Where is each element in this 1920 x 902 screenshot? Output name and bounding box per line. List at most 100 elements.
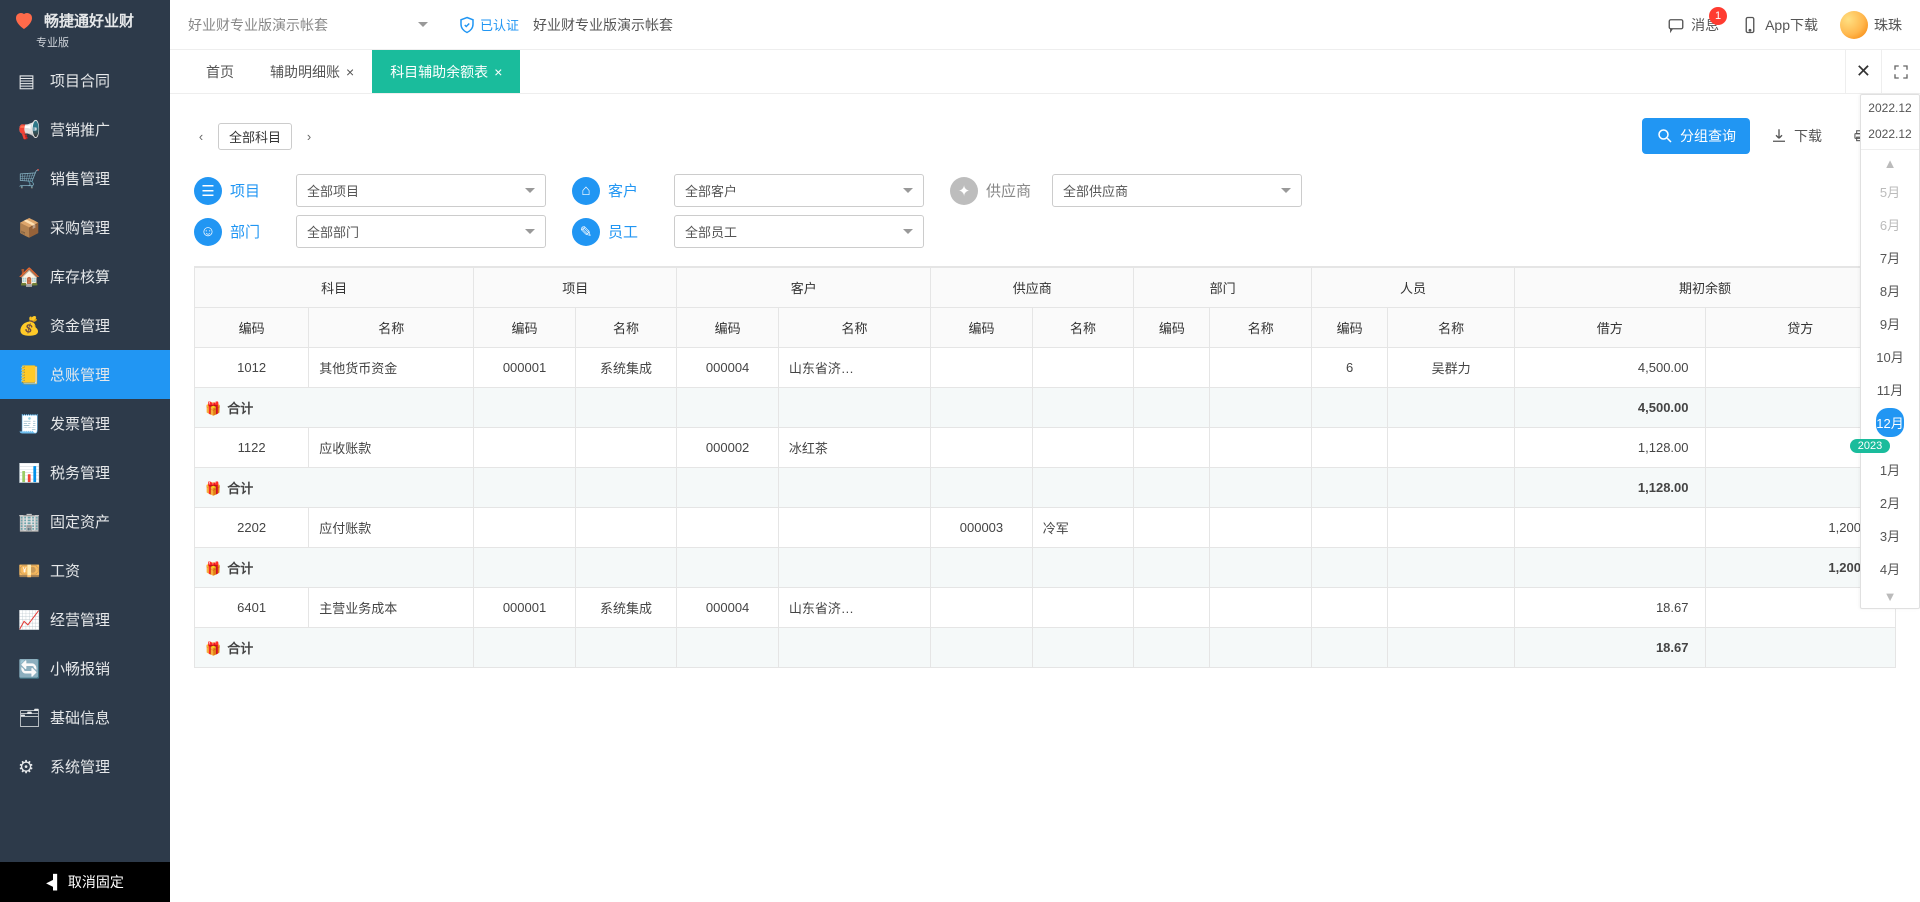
nav-item-14[interactable]: ⚙系统管理 (0, 742, 170, 791)
nav-label: 库存核算 (50, 266, 110, 287)
nav-item-7[interactable]: 🧾发票管理 (0, 399, 170, 448)
nav-icon: 📦 (18, 218, 38, 238)
nav-item-4[interactable]: 🏠库存核算 (0, 252, 170, 301)
search-icon (1656, 127, 1674, 145)
filter-dept-select[interactable]: 全部部门 (296, 215, 546, 248)
tab-1[interactable]: 辅助明细账 × (252, 50, 372, 93)
nav-label: 系统管理 (50, 756, 110, 777)
breadcrumb-prev[interactable]: ‹ (194, 129, 208, 144)
filter-supplier-select[interactable]: 全部供应商 (1052, 174, 1302, 207)
tab-label: 辅助明细账 (270, 62, 340, 82)
tab-0[interactable]: 首页 (188, 50, 252, 93)
brand-logo: 畅捷通好业财 (0, 0, 170, 34)
user-menu[interactable]: 珠珠 (1840, 11, 1902, 39)
table-total-row: 🎁合计18.67 (195, 628, 1896, 668)
nav-item-11[interactable]: 📈经营管理 (0, 595, 170, 644)
cell: 000002 (677, 428, 779, 468)
sidebar-unpin-button[interactable]: ◂▍ 取消固定 (0, 862, 170, 902)
col-header: 编码 (677, 308, 779, 348)
nav-label: 固定资产 (50, 511, 110, 532)
nav-item-0[interactable]: ▤项目合同 (0, 56, 170, 105)
cell (1134, 348, 1210, 388)
brand-name: 畅捷通好业财 (44, 10, 134, 31)
nav-icon: 📊 (18, 463, 38, 483)
nav-item-8[interactable]: 📊税务管理 (0, 448, 170, 497)
filter-customer-label: ⌂ 客户 (572, 177, 662, 205)
nav-label: 营销推广 (50, 119, 110, 140)
date-month[interactable]: 8月 (1861, 274, 1919, 307)
date-scroll-down[interactable]: ▼ (1880, 585, 1901, 608)
cell (474, 508, 576, 548)
cell (1388, 428, 1515, 468)
chevron-down-icon (903, 229, 913, 234)
filter-dept-label: ☺ 部门 (194, 218, 284, 246)
nav-item-3[interactable]: 📦采购管理 (0, 203, 170, 252)
breadcrumb-next[interactable]: › (302, 129, 316, 144)
nav-label: 项目合同 (50, 70, 110, 91)
nav-item-10[interactable]: 💴工资 (0, 546, 170, 595)
date-month[interactable]: 12月 (1876, 408, 1903, 437)
sidebar-footer-label: 取消固定 (68, 872, 124, 892)
message-icon (1667, 16, 1685, 34)
col-header: 名称 (309, 308, 474, 348)
nav-item-6[interactable]: 📒总账管理 (0, 350, 170, 399)
breadcrumb-item[interactable]: 全部科目 (218, 123, 292, 150)
table-row: 1012其他货币资金000001系统集成000004山东省济…6吴群力4,500… (195, 348, 1896, 388)
date-month[interactable]: 5月 (1861, 175, 1919, 208)
date-month[interactable]: 3月 (1861, 519, 1919, 552)
nav-item-9[interactable]: 🏢 固定资产 (0, 497, 170, 546)
messages-button[interactable]: 消息 1 (1667, 15, 1719, 35)
cell (1312, 588, 1388, 628)
account-select[interactable]: 好业财专业版演示帐套 (188, 15, 428, 35)
verified-badge: 已认证 (458, 15, 519, 34)
tab-close[interactable]: × (346, 64, 354, 80)
filter-staff-select[interactable]: 全部员工 (674, 215, 924, 248)
tab-2[interactable]: 科目辅助余额表× (372, 50, 520, 93)
col-header: 编码 (1312, 308, 1388, 348)
shield-icon (458, 16, 476, 34)
group-query-button[interactable]: 分组查询 (1642, 118, 1750, 154)
date-month[interactable]: 1月 (1861, 453, 1919, 486)
date-month[interactable]: 11月 (1861, 373, 1919, 406)
col-group-header: 供应商 (931, 268, 1134, 308)
fullscreen-button[interactable] (1881, 50, 1920, 93)
download-button[interactable]: 下载 (1760, 118, 1832, 154)
nav-item-2[interactable]: 🛒销售管理 (0, 154, 170, 203)
nav-item-13[interactable]: 🗂基础信息 (0, 693, 170, 742)
date-month[interactable]: 4月 (1861, 552, 1919, 585)
sidebar: 畅捷通好业财 专业版 ▤项目合同📢营销推广🛒销售管理📦采购管理🏠库存核算💰资金管… (0, 0, 170, 902)
nav-label: 经营管理 (50, 609, 110, 630)
app-download-button[interactable]: App下载 (1741, 15, 1818, 35)
date-month[interactable]: 9月 (1861, 307, 1919, 340)
filter-project-select[interactable]: 全部项目 (296, 174, 546, 207)
nav-label: 资金管理 (50, 315, 110, 336)
gift-icon: 🎁 (205, 641, 221, 656)
date-month[interactable]: 2月 (1861, 486, 1919, 519)
filter-customer-select[interactable]: 全部客户 (674, 174, 924, 207)
cell: 吴群力 (1388, 348, 1515, 388)
brand-icon (12, 8, 36, 32)
date-month[interactable]: 7月 (1861, 241, 1919, 274)
date-month[interactable]: 10月 (1861, 340, 1919, 373)
nav-icon: 🏢 (18, 512, 38, 532)
nav-icon: 💰 (18, 316, 38, 336)
user-name: 珠珠 (1874, 15, 1902, 35)
col-header: 借方 (1515, 308, 1705, 348)
tab-close-all[interactable]: ✕ (1845, 50, 1881, 93)
date-from[interactable]: 2022.12 (1864, 95, 1915, 121)
download-icon (1770, 127, 1788, 145)
cell: 系统集成 (575, 588, 677, 628)
tabs: 首页辅助明细账×科目辅助余额表× ✕ (170, 50, 1920, 94)
date-scroll-up[interactable]: ▲ (1880, 152, 1901, 175)
nav-item-5[interactable]: 💰 资金管理 (0, 301, 170, 350)
table-total-row: 🎁合计1,128.00 (195, 468, 1896, 508)
tab-close[interactable]: × (494, 64, 502, 80)
cell (1134, 588, 1210, 628)
nav-item-1[interactable]: 📢营销推广 (0, 105, 170, 154)
date-month[interactable]: 6月 (1861, 208, 1919, 241)
filter-staff-label: ✎ 员工 (572, 218, 662, 246)
cell (1032, 348, 1134, 388)
nav-item-12[interactable]: 🔄小畅报销 (0, 644, 170, 693)
date-to[interactable]: 2022.12 (1864, 121, 1915, 147)
gift-icon: 🎁 (205, 561, 221, 576)
